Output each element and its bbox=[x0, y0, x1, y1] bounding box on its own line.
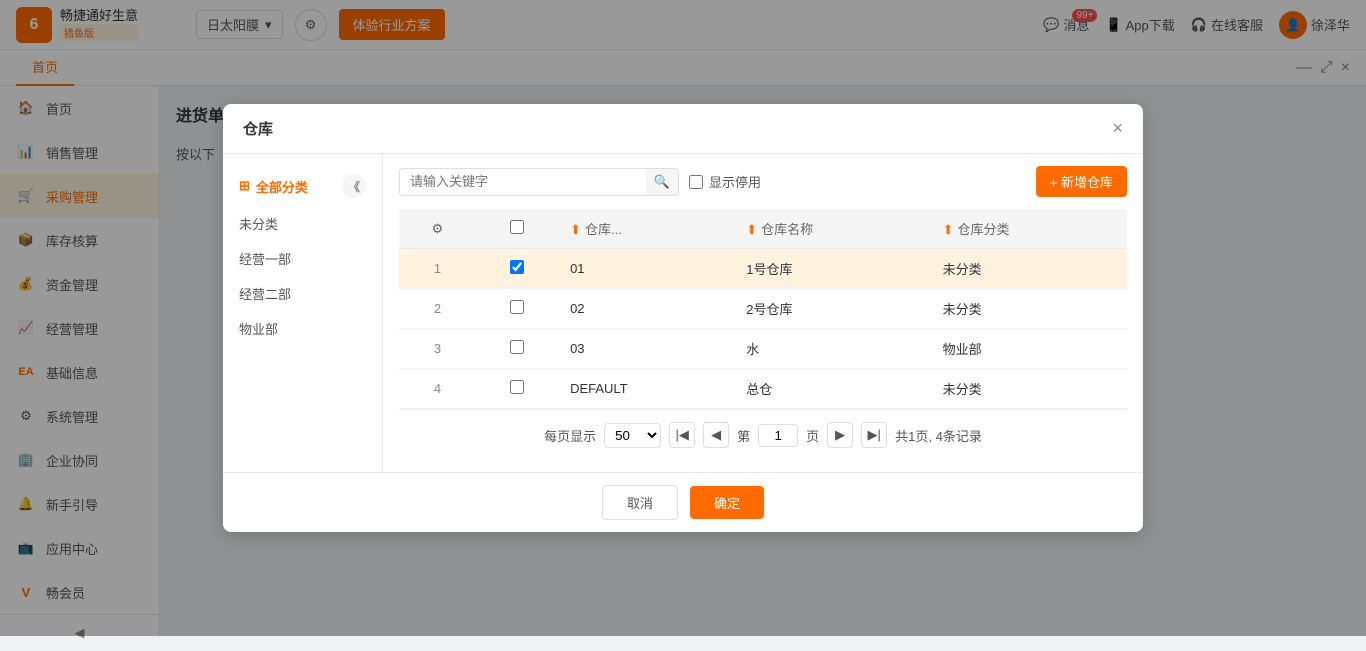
row-category: 物业部 bbox=[931, 329, 1127, 369]
dialog-sidebar-title: 全部分类 bbox=[256, 177, 308, 196]
row-checkbox[interactable] bbox=[510, 380, 524, 394]
dialog-sidebar-item-dept1[interactable]: 经营一部 bbox=[223, 241, 382, 276]
new-warehouse-button[interactable]: + 新增仓库 bbox=[1036, 166, 1127, 197]
show-disabled-label: 显示停用 bbox=[709, 172, 761, 191]
row-name: 1号仓库 bbox=[734, 249, 930, 289]
row-code: 01 bbox=[558, 249, 734, 289]
dialog-body: ⊞ 全部分类 《 未分类 经营一部 经营二部 物业部 bbox=[223, 154, 1143, 472]
row-checkbox[interactable] bbox=[510, 340, 524, 354]
page-next-button[interactable]: ▶ bbox=[827, 422, 853, 448]
per-page-label: 每页显示 bbox=[544, 426, 596, 445]
table-row[interactable]: 1 01 1号仓库 未分类 bbox=[399, 249, 1127, 289]
page-label: 第 bbox=[737, 426, 750, 445]
dialog-sidebar-header: ⊞ 全部分类 《 bbox=[223, 166, 382, 206]
table: ⚙ ⬆仓库... ⬆仓库名称 ⬆仓库分类 1 01 bbox=[399, 209, 1127, 409]
row-category: 未分类 bbox=[931, 249, 1127, 289]
sort-icon-category: ⬆ bbox=[943, 222, 954, 237]
row-num: 3 bbox=[399, 329, 476, 369]
dialog-sidebar-item-property[interactable]: 物业部 bbox=[223, 311, 382, 346]
warehouse-dialog: 仓库 × ⊞ 全部分类 《 未分类 经营一部 经营二部 bbox=[223, 104, 1143, 532]
dialog-sidebar-item-unclassified[interactable]: 未分类 bbox=[223, 206, 382, 241]
table-row[interactable]: 2 02 2号仓库 未分类 bbox=[399, 289, 1127, 329]
col-checkbox bbox=[476, 209, 558, 249]
warehouse-table: ⚙ ⬆仓库... ⬆仓库名称 ⬆仓库分类 1 01 bbox=[399, 209, 1127, 409]
dialog-sidebar-item-dept2[interactable]: 经营二部 bbox=[223, 276, 382, 311]
search-input-wrap: 🔍 bbox=[399, 168, 679, 196]
row-num: 4 bbox=[399, 369, 476, 409]
col-category: ⬆仓库分类 bbox=[931, 209, 1127, 249]
row-checkbox-cell bbox=[476, 329, 558, 369]
row-checkbox-cell bbox=[476, 289, 558, 329]
show-disabled-wrap: 显示停用 bbox=[689, 172, 761, 191]
dialog-close-button[interactable]: × bbox=[1112, 118, 1123, 139]
search-input[interactable] bbox=[400, 169, 646, 194]
row-code: DEFAULT bbox=[558, 369, 734, 409]
row-name: 2号仓库 bbox=[734, 289, 930, 329]
row-category: 未分类 bbox=[931, 289, 1127, 329]
row-checkbox[interactable] bbox=[510, 300, 524, 314]
row-num: 2 bbox=[399, 289, 476, 329]
row-code: 03 bbox=[558, 329, 734, 369]
dialog-title: 仓库 bbox=[243, 118, 273, 139]
page-first-button[interactable]: |◀ bbox=[669, 422, 695, 448]
grid-icon: ⊞ bbox=[239, 178, 250, 194]
dialog-main: 🔍 显示停用 + 新增仓库 ⚙ bbox=[383, 154, 1143, 472]
sidebar-collapse-icon[interactable]: 《 bbox=[342, 174, 366, 198]
confirm-button[interactable]: 确定 bbox=[690, 486, 764, 519]
col-name: ⬆仓库名称 bbox=[734, 209, 930, 249]
row-name: 总仓 bbox=[734, 369, 930, 409]
row-code: 02 bbox=[558, 289, 734, 329]
dialog-header: 仓库 × bbox=[223, 104, 1143, 154]
per-page-select[interactable]: 50 100 200 bbox=[604, 423, 661, 448]
select-all-checkbox[interactable] bbox=[510, 220, 524, 234]
page-unit: 页 bbox=[806, 426, 819, 445]
pagination: 每页显示 50 100 200 |◀ ◀ 第 页 ▶ ▶| 共1页, 4条记录 bbox=[399, 409, 1127, 460]
table-header-row: ⚙ ⬆仓库... ⬆仓库名称 ⬆仓库分类 bbox=[399, 209, 1127, 249]
row-checkbox-cell bbox=[476, 369, 558, 409]
page-last-button[interactable]: ▶| bbox=[861, 422, 887, 448]
show-disabled-checkbox[interactable] bbox=[689, 175, 703, 189]
dialog-footer: 取消 确定 bbox=[223, 472, 1143, 532]
col-settings: ⚙ bbox=[399, 209, 476, 249]
cancel-button[interactable]: 取消 bbox=[602, 485, 678, 520]
page-input[interactable] bbox=[758, 424, 798, 447]
col-code: ⬆仓库... bbox=[558, 209, 734, 249]
row-name: 水 bbox=[734, 329, 930, 369]
search-button[interactable]: 🔍 bbox=[646, 169, 678, 195]
dialog-toolbar: 🔍 显示停用 + 新增仓库 bbox=[399, 166, 1127, 197]
row-checkbox[interactable] bbox=[510, 260, 524, 274]
modal-overlay: 仓库 × ⊞ 全部分类 《 未分类 经营一部 经营二部 bbox=[0, 0, 1366, 636]
page-total-info: 共1页, 4条记录 bbox=[895, 426, 982, 445]
table-row[interactable]: 4 DEFAULT 总仓 未分类 bbox=[399, 369, 1127, 409]
sort-icon-code: ⬆ bbox=[570, 222, 581, 237]
row-num: 1 bbox=[399, 249, 476, 289]
row-category: 未分类 bbox=[931, 369, 1127, 409]
page-prev-button[interactable]: ◀ bbox=[703, 422, 729, 448]
sort-icon-name: ⬆ bbox=[746, 222, 757, 237]
table-row[interactable]: 3 03 水 物业部 bbox=[399, 329, 1127, 369]
row-checkbox-cell bbox=[476, 249, 558, 289]
dialog-sidebar: ⊞ 全部分类 《 未分类 经营一部 经营二部 物业部 bbox=[223, 154, 383, 472]
